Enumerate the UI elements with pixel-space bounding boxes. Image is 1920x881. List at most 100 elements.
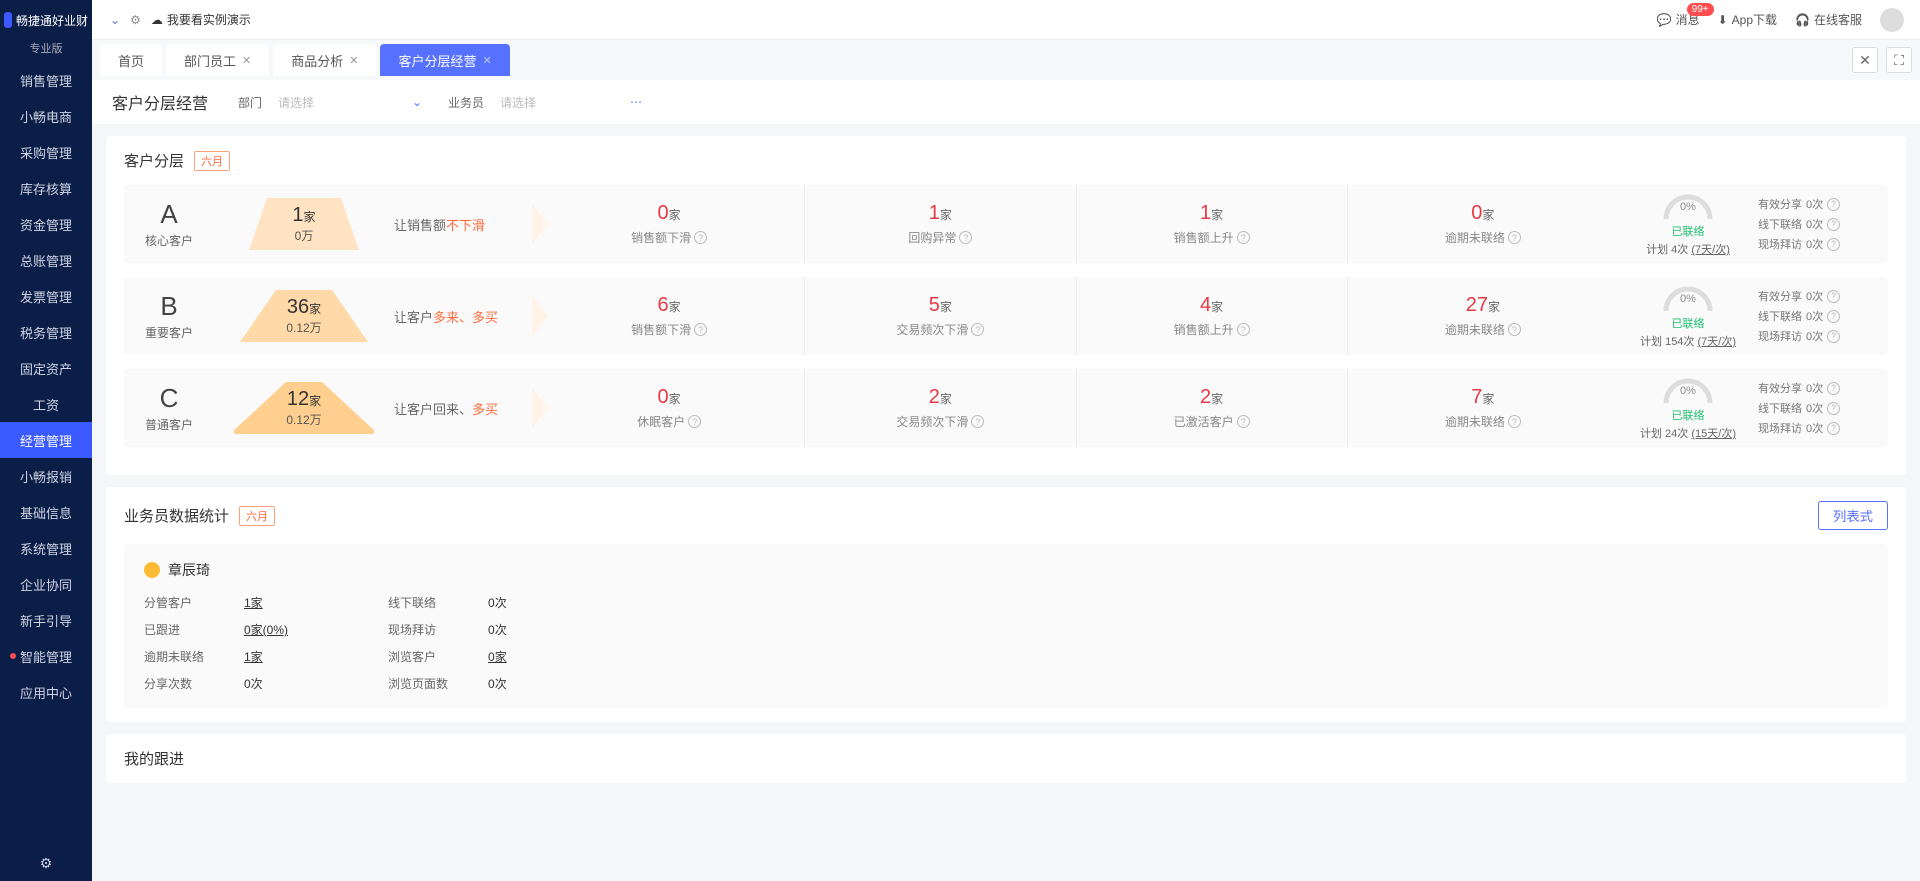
close-icon[interactable]: ✕ bbox=[242, 54, 251, 67]
help-icon[interactable]: ? bbox=[1508, 323, 1521, 336]
help-icon[interactable]: ? bbox=[688, 415, 701, 428]
help-icon[interactable]: ? bbox=[1827, 218, 1840, 231]
help-icon[interactable]: ? bbox=[1827, 310, 1840, 323]
dept-select[interactable]: 请选择 ⌄ bbox=[270, 89, 430, 115]
help-icon[interactable]: ? bbox=[1237, 231, 1250, 244]
nav-item[interactable]: 小畅电商 bbox=[0, 98, 92, 134]
help-icon[interactable]: ? bbox=[1827, 238, 1840, 251]
nav-item[interactable]: 新手引导 bbox=[0, 602, 92, 638]
nav-item[interactable]: 税务管理 bbox=[0, 314, 92, 350]
stat-row: 分享次数 0次 bbox=[144, 675, 288, 692]
gear-icon: ⚙ bbox=[40, 855, 53, 872]
help-icon[interactable]: ? bbox=[971, 323, 984, 336]
service-button[interactable]: 🎧 在线客服 bbox=[1795, 11, 1862, 28]
metric-label: 交易频次下滑 ? bbox=[896, 321, 984, 338]
help-icon[interactable]: ? bbox=[959, 231, 972, 244]
stat-value: 0次 bbox=[488, 594, 507, 611]
metric-cell[interactable]: 5家 交易频次下滑 ? bbox=[804, 277, 1075, 355]
stat-value[interactable]: 0家 bbox=[488, 648, 507, 665]
demo-link[interactable]: ☁ 我要看实例演示 bbox=[151, 11, 251, 28]
nav-item[interactable]: 智能管理 bbox=[0, 638, 92, 674]
nav-label: 工资 bbox=[33, 395, 59, 414]
nav-item[interactable]: 采购管理 bbox=[0, 134, 92, 170]
stat-value[interactable]: 1家 bbox=[244, 648, 263, 665]
nav-label: 基础信息 bbox=[20, 503, 72, 522]
nav-item[interactable]: 发票管理 bbox=[0, 278, 92, 314]
metric-cell[interactable]: 0家 休眠客户 ? bbox=[534, 369, 804, 447]
help-icon[interactable]: ? bbox=[1508, 415, 1521, 428]
stat-value[interactable]: 1家 bbox=[244, 594, 263, 611]
panel-title: 业务员数据统计 bbox=[124, 505, 229, 526]
help-icon[interactable]: ? bbox=[1827, 422, 1840, 435]
help-icon[interactable]: ? bbox=[1237, 415, 1250, 428]
stat-row: 现场拜访0次? bbox=[1758, 328, 1878, 344]
close-icon[interactable]: ✕ bbox=[483, 54, 492, 67]
nav-item[interactable]: 销售管理 bbox=[0, 62, 92, 98]
help-icon[interactable]: ? bbox=[1508, 231, 1521, 244]
nav-item[interactable]: 系统管理 bbox=[0, 530, 92, 566]
download-button[interactable]: ⬇ App下载 bbox=[1718, 11, 1777, 28]
help-icon[interactable]: ? bbox=[1237, 323, 1250, 336]
metric-cell[interactable]: 27家 逾期未联络 ? bbox=[1347, 277, 1618, 355]
settings-icon[interactable]: ⚙ bbox=[130, 13, 141, 27]
metric-cell[interactable]: 4家 销售额上升 ? bbox=[1076, 277, 1347, 355]
nav-item[interactable]: 固定资产 bbox=[0, 350, 92, 386]
sales-select[interactable]: 请选择 ⋯ bbox=[492, 89, 652, 115]
tab[interactable]: 客户分层经营✕ bbox=[380, 44, 509, 76]
metric-cell[interactable]: 0家 逾期未联络 ? bbox=[1347, 185, 1618, 263]
nav-item[interactable]: 应用中心 bbox=[0, 674, 92, 710]
service-label: 在线客服 bbox=[1814, 11, 1862, 28]
help-icon[interactable]: ? bbox=[971, 415, 984, 428]
metric-cell[interactable]: 7家 逾期未联络 ? bbox=[1347, 369, 1618, 447]
tab[interactable]: 商品分析✕ bbox=[273, 44, 376, 76]
brand-edition: 专业版 bbox=[0, 40, 92, 62]
nav-item[interactable]: 小畅报销 bbox=[0, 458, 92, 494]
close-icon[interactable]: ✕ bbox=[349, 54, 358, 67]
nav-item[interactable]: 总账管理 bbox=[0, 242, 92, 278]
user-menu[interactable] bbox=[1880, 8, 1908, 32]
help-icon[interactable]: ? bbox=[1827, 382, 1840, 395]
panel-title: 我的跟进 bbox=[124, 748, 184, 769]
metric-label: 销售额上升 ? bbox=[1174, 229, 1250, 246]
nav-item[interactable]: 企业协同 bbox=[0, 566, 92, 602]
notification-dot bbox=[10, 653, 16, 659]
stat-value[interactable]: 0家(0%) bbox=[244, 621, 288, 638]
message-badge: 99+ bbox=[1687, 3, 1714, 16]
nav-item[interactable]: 工资 bbox=[0, 386, 92, 422]
tab[interactable]: 部门员工✕ bbox=[166, 44, 269, 76]
metric-value: 0家 bbox=[1471, 202, 1494, 225]
expand-button[interactable]: ⛶ bbox=[1886, 47, 1912, 73]
company-selector[interactable]: ⌄ bbox=[104, 13, 120, 27]
staff-stats-panel: 业务员数据统计 六月 列表式 章辰琦 分管客户 1家已跟进 0家(0%)逾期未联… bbox=[106, 487, 1906, 722]
help-icon[interactable]: ? bbox=[1827, 290, 1840, 303]
help-icon[interactable]: ? bbox=[694, 231, 707, 244]
help-icon[interactable]: ? bbox=[694, 323, 707, 336]
cloud-icon: ☁ bbox=[151, 13, 163, 27]
list-view-button[interactable]: 列表式 bbox=[1818, 501, 1888, 530]
help-icon[interactable]: ? bbox=[1827, 198, 1840, 211]
nav-item[interactable]: 资金管理 bbox=[0, 206, 92, 242]
nav-item[interactable]: 基础信息 bbox=[0, 494, 92, 530]
metric-cell[interactable]: 2家 已激活客户 ? bbox=[1076, 369, 1347, 447]
metric-cell[interactable]: 6家 销售额下滑 ? bbox=[534, 277, 804, 355]
filter-row: 客户分层经营 部门 请选择 ⌄ 业务员 请选择 ⋯ bbox=[92, 80, 1920, 124]
help-icon[interactable]: ? bbox=[1827, 402, 1840, 415]
nav-item[interactable]: 库存核算 bbox=[0, 170, 92, 206]
nav-item[interactable]: 经营管理 bbox=[0, 422, 92, 458]
chevron-down-icon: ⌄ bbox=[110, 13, 120, 27]
metric-cell[interactable]: 1家 销售额上升 ? bbox=[1076, 185, 1347, 263]
close-tab-button[interactable]: ✕ bbox=[1852, 47, 1878, 73]
arrow-right-icon bbox=[532, 296, 548, 336]
stat-key: 逾期未联络 bbox=[144, 648, 214, 665]
settings-button[interactable]: ⚙ bbox=[0, 845, 92, 881]
metric-cell[interactable]: 1家 回购异常 ? bbox=[804, 185, 1075, 263]
tab[interactable]: 首页 bbox=[100, 44, 162, 76]
tab-bar: 首页部门员工✕商品分析✕客户分层经营✕ ✕ ⛶ bbox=[92, 40, 1920, 80]
stat-key: 分管客户 bbox=[144, 594, 214, 611]
month-tag: 六月 bbox=[194, 151, 230, 171]
tier-count: 1家 bbox=[292, 204, 315, 227]
messages-button[interactable]: 💬 消息 99+ bbox=[1657, 11, 1700, 28]
help-icon[interactable]: ? bbox=[1827, 330, 1840, 343]
metric-cell[interactable]: 0家 销售额下滑 ? bbox=[534, 185, 804, 263]
metric-cell[interactable]: 2家 交易频次下滑 ? bbox=[804, 369, 1075, 447]
